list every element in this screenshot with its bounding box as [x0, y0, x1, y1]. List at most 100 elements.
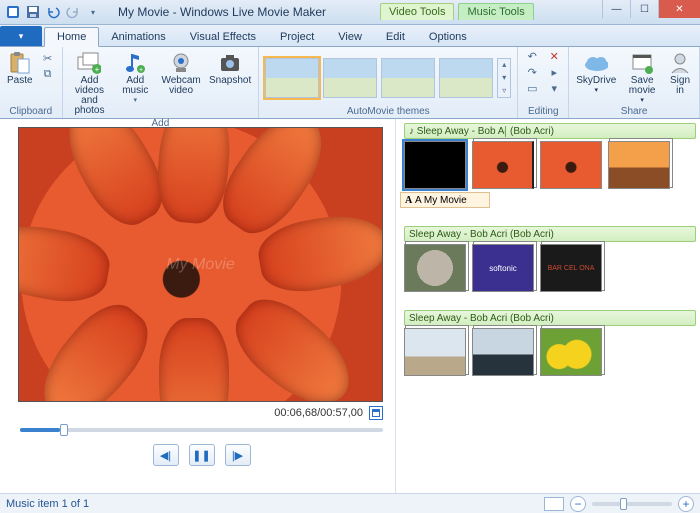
tab-view[interactable]: View — [326, 28, 374, 46]
automovie-theme-2[interactable] — [323, 58, 377, 98]
view-toggle-button[interactable] — [544, 497, 564, 511]
close-button[interactable]: ✕ — [658, 0, 700, 18]
storyboard[interactable]: ♪ Sleep Away - Bob Ac (Bob Acri) A A My … — [395, 119, 700, 493]
automovie-theme-4[interactable] — [439, 58, 493, 98]
zoom-thumb[interactable] — [620, 498, 627, 510]
save-icon[interactable] — [24, 3, 42, 21]
tab-home[interactable]: Home — [44, 27, 99, 47]
storyboard-row-2: Sleep Away - Bob Acri (Bob Acri) softoni… — [400, 226, 696, 292]
clip-flower[interactable] — [472, 141, 534, 189]
automovie-theme-1[interactable] — [265, 58, 319, 98]
skydrive-button[interactable]: SkyDrive▾ — [573, 49, 619, 96]
qat-customize-icon[interactable]: ▾ — [84, 3, 102, 21]
group-add: + Add videos and photos + Add music ▾ We… — [63, 47, 260, 118]
clip-barcelona[interactable]: BAR CEL ONA — [540, 244, 602, 292]
fullscreen-button[interactable] — [369, 406, 383, 420]
webcam-video-button[interactable]: Webcam video — [158, 49, 204, 98]
zoom-in-button[interactable]: + — [678, 496, 694, 512]
rotate-right-icon[interactable]: ↷ — [522, 65, 542, 80]
preview-monitor[interactable]: My Movie — [18, 127, 383, 402]
file-menu-button[interactable]: ▾ — [0, 26, 42, 46]
context-tab-music-tools[interactable]: Music Tools — [458, 3, 533, 20]
ribbon: Paste ✂ ⧉ Clipboard + Add videos and pho… — [0, 47, 700, 119]
add-music-button[interactable]: + Add music ▾ — [114, 49, 156, 106]
preview-pane: My Movie 00:06,68/00:57,00 ◀| ❚❚ |▶ — [0, 119, 395, 493]
cut-icon[interactable]: ✂ — [38, 51, 58, 66]
storyboard-row-1: ♪ Sleep Away - Bob Ac (Bob Acri) A A My … — [400, 123, 696, 208]
maximize-button[interactable]: ☐ — [630, 0, 658, 18]
play-pause-button[interactable]: ❚❚ — [189, 444, 215, 466]
zoom-slider[interactable] — [592, 502, 672, 506]
snapshot-button[interactable]: Snapshot — [206, 49, 254, 88]
save-movie-button[interactable]: Save movie▾ — [621, 49, 663, 106]
group-share: SkyDrive▾ Save movie▾ Sign in Share — [569, 47, 700, 118]
select-all-icon[interactable]: ▭ — [522, 81, 542, 96]
save-movie-icon — [630, 51, 654, 75]
preview-watermark: My Movie — [166, 256, 234, 274]
paste-button[interactable]: Paste — [4, 49, 36, 88]
music-track-3[interactable]: Sleep Away - Bob Acri (Bob Acri) — [404, 310, 696, 326]
workspace: My Movie 00:06,68/00:57,00 ◀| ❚❚ |▶ ♪ Sl… — [0, 119, 700, 493]
dropdown-caret-icon: ▾ — [595, 87, 599, 94]
redo-icon[interactable] — [64, 3, 82, 21]
tab-edit[interactable]: Edit — [374, 28, 417, 46]
seek-thumb[interactable] — [60, 424, 68, 436]
minimize-button[interactable]: — — [602, 0, 630, 18]
paste-icon — [8, 51, 32, 75]
sign-in-button[interactable]: Sign in — [665, 49, 695, 98]
window-title: My Movie - Windows Live Movie Maker — [118, 5, 326, 19]
snapshot-icon — [218, 51, 242, 75]
group-automovie: ▴▾▿ AutoMovie themes — [259, 47, 518, 118]
storyboard-row-3: Sleep Away - Bob Acri (Bob Acri) — [400, 310, 696, 376]
wlmm-menu-icon[interactable] — [4, 3, 22, 21]
dropdown-caret-icon: ▾ — [134, 97, 138, 104]
add-media-icon: + — [77, 51, 101, 75]
group-label-share: Share — [573, 106, 695, 118]
group-label-clipboard: Clipboard — [4, 106, 58, 118]
clip-flower-2[interactable] — [540, 141, 602, 189]
edit-tool-2-icon[interactable]: ▸ — [544, 65, 564, 80]
clip-desert[interactable] — [608, 141, 670, 189]
next-frame-button[interactable]: |▶ — [225, 444, 251, 466]
playback-time: 00:06,68/00:57,00 — [274, 407, 363, 419]
svg-text:+: + — [139, 67, 143, 74]
clip-title[interactable] — [404, 141, 466, 189]
clip-office[interactable] — [404, 328, 466, 376]
group-editing: ↶ ↷ ▭ ✕ ▸ ▾ Editing — [518, 47, 569, 118]
group-clipboard: Paste ✂ ⧉ Clipboard — [0, 47, 63, 118]
delete-icon[interactable]: ✕ — [544, 49, 564, 64]
music-track-1[interactable]: ♪ Sleep Away - Bob Ac (Bob Acri) — [404, 123, 696, 139]
automovie-theme-3[interactable] — [381, 58, 435, 98]
clip-softonic[interactable]: softonic — [472, 244, 534, 292]
skydrive-icon — [584, 51, 608, 75]
copy-icon[interactable]: ⧉ — [38, 67, 58, 82]
clip-desks[interactable] — [472, 328, 534, 376]
quick-access-toolbar: ▾ — [0, 3, 106, 21]
status-text: Music item 1 of 1 — [6, 498, 89, 510]
tab-project[interactable]: Project — [268, 28, 326, 46]
music-note-icon: + — [123, 51, 147, 75]
music-track-2[interactable]: Sleep Away - Bob Acri (Bob Acri) — [404, 226, 696, 242]
tab-animations[interactable]: Animations — [99, 28, 177, 46]
prev-frame-button[interactable]: ◀| — [153, 444, 179, 466]
sign-in-icon — [668, 51, 692, 75]
dropdown-caret-icon: ▾ — [640, 97, 644, 104]
zoom-out-button[interactable]: − — [570, 496, 586, 512]
add-videos-photos-button[interactable]: + Add videos and photos — [67, 49, 113, 118]
seek-bar[interactable] — [18, 424, 385, 436]
ribbon-tabstrip: ▾ Home Animations Visual Effects Project… — [0, 25, 700, 47]
status-bar: Music item 1 of 1 − + — [0, 493, 700, 513]
group-label-editing: Editing — [522, 106, 564, 118]
edit-tool-3-icon[interactable]: ▾ — [544, 81, 564, 96]
tab-visual-effects[interactable]: Visual Effects — [178, 28, 268, 46]
group-label-automovie: AutoMovie themes — [263, 106, 513, 118]
rotate-left-icon[interactable]: ↶ — [522, 49, 542, 64]
automovie-gallery-more[interactable]: ▴▾▿ — [497, 58, 511, 98]
clip-tulips[interactable] — [540, 328, 602, 376]
context-tab-video-tools[interactable]: Video Tools — [380, 3, 454, 20]
tab-options[interactable]: Options — [417, 28, 479, 46]
undo-icon[interactable] — [44, 3, 62, 21]
clip-koala[interactable] — [404, 244, 466, 292]
webcam-icon — [169, 51, 193, 75]
caption-clip[interactable]: A A My Movie — [400, 192, 490, 208]
